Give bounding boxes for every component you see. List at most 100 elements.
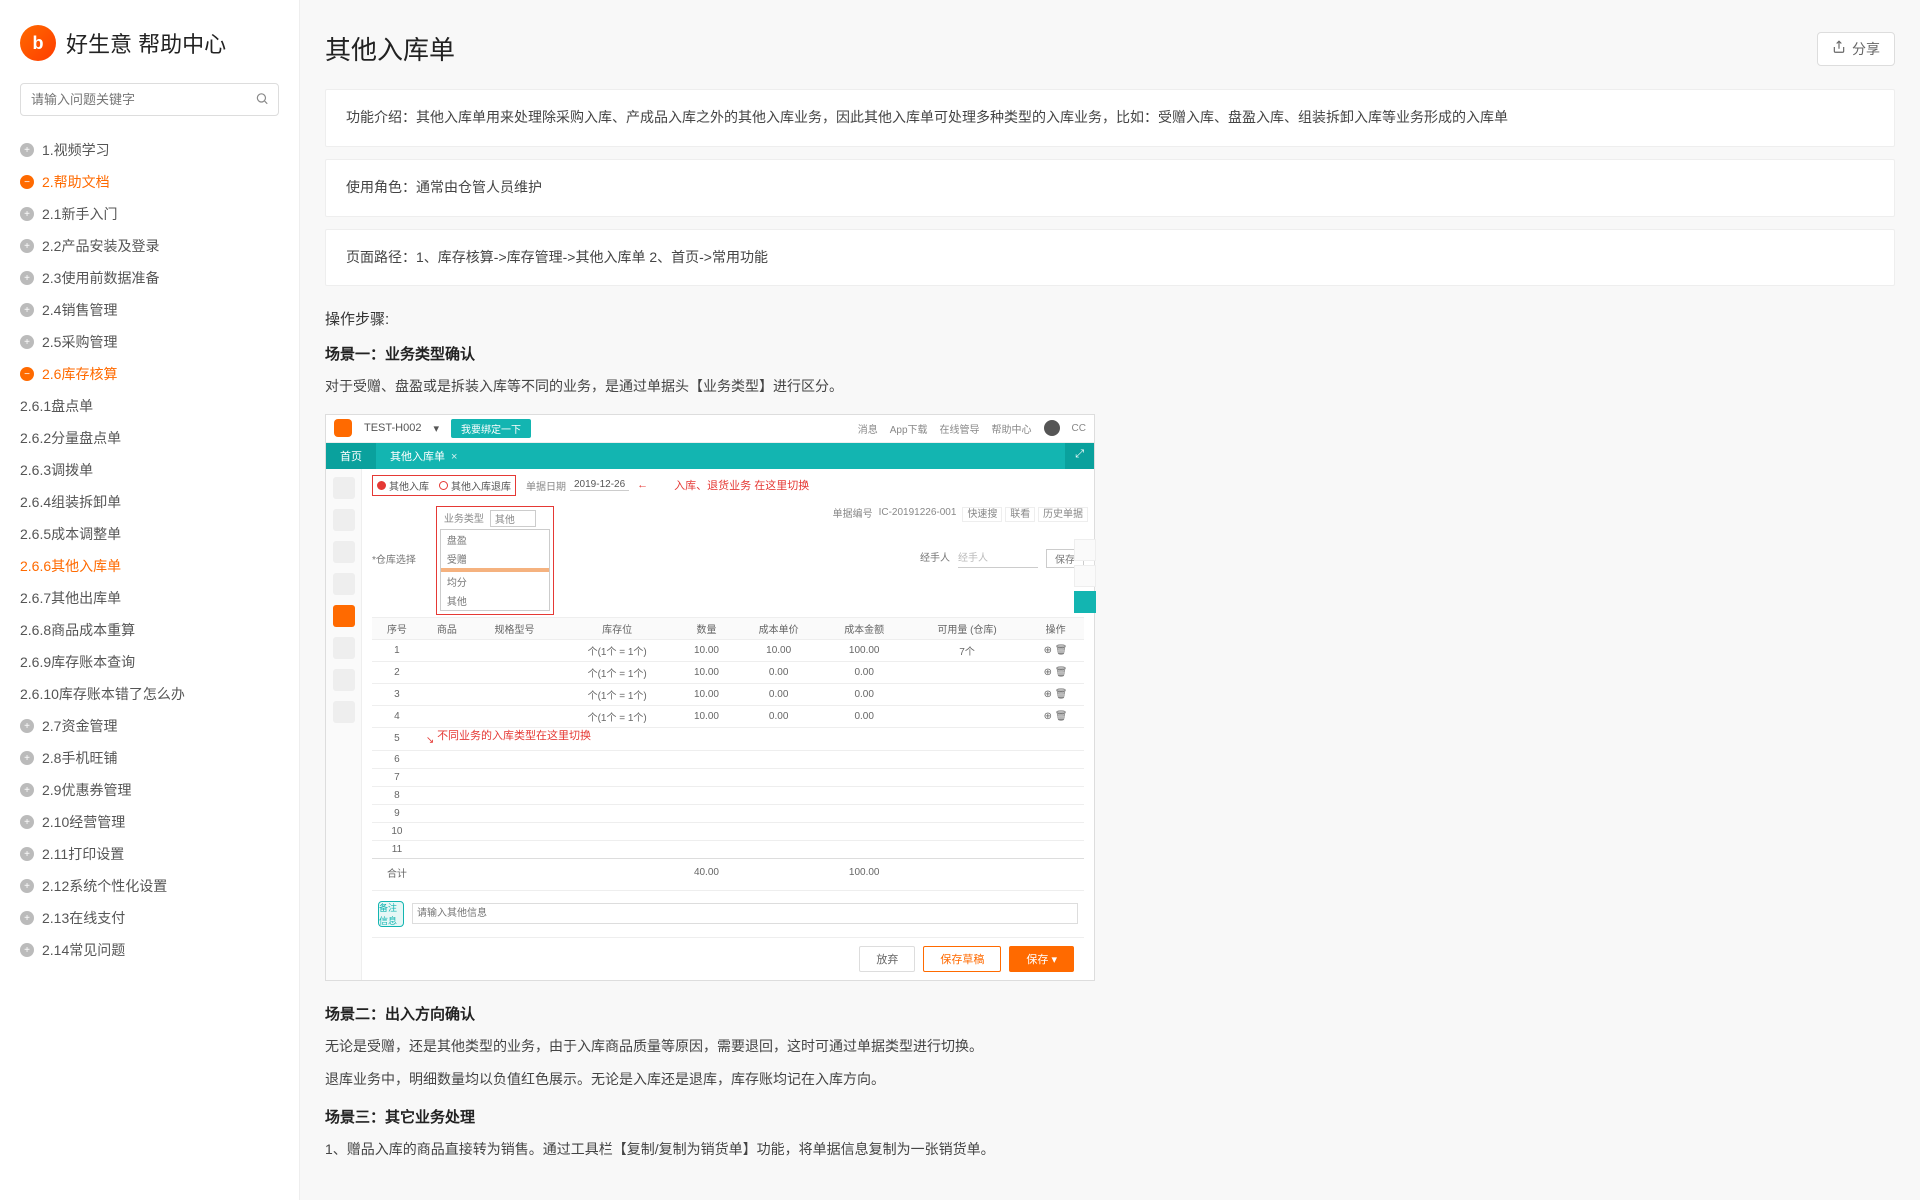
nav-2-6[interactable]: −2.6库存核算: [20, 358, 279, 390]
ss-row: 8: [372, 786, 1084, 804]
nav-2-6-1[interactable]: 2.6.1盘点单: [20, 390, 279, 422]
nav-label: 2.5采购管理: [42, 332, 117, 352]
ss-tab-doc: 其他入库单×: [376, 443, 471, 469]
ss-nav-icon: [333, 509, 355, 531]
ss-table: 序号 商品 规格型号 库存位 数量 成本单价 成本金额 可用量 (仓库) 操作: [372, 617, 1084, 886]
nav-label: 2.9优惠券管理: [42, 780, 131, 800]
ss-row: 6: [372, 750, 1084, 768]
ss-biz-label: 业务类型: [444, 510, 484, 527]
nav-2-6-8[interactable]: 2.6.8商品成本重算: [20, 614, 279, 646]
ss-logo-icon: [334, 419, 352, 437]
nav-2-13[interactable]: +2.13在线支付: [20, 902, 279, 934]
nav-label: 2.13在线支付: [42, 908, 125, 928]
nav-label: 2.6.5成本调整单: [20, 526, 121, 542]
path-block: 页面路径：1、库存核算->库存管理->其他入库单 2、首页->常用功能: [325, 229, 1895, 287]
ss-help: 帮助中心: [992, 421, 1032, 436]
search-input[interactable]: [20, 83, 279, 116]
nav-2-6-9[interactable]: 2.6.9库存账本查询: [20, 646, 279, 678]
plus-icon: +: [20, 879, 34, 893]
nav-label: 2.10经营管理: [42, 812, 125, 832]
ss-row: 11: [372, 840, 1084, 858]
ss-doc-no-label: 单据编号: [833, 505, 873, 520]
plus-icon: +: [20, 911, 34, 925]
nav-2-6-7[interactable]: 2.6.7其他出库单: [20, 582, 279, 614]
ss-tool-icon: [1074, 539, 1096, 561]
nav-label: 2.6.1盘点单: [20, 398, 93, 414]
close-icon: ×: [451, 451, 457, 463]
scene2-text1: 无论是受赠，还是其他类型的业务，由于入库商品质量等原因，需要退回，这时可通过单据…: [325, 1034, 1895, 1059]
share-button[interactable]: 分享: [1817, 32, 1895, 66]
logo-section: b 好生意 帮助中心: [20, 25, 279, 61]
ss-user: CC: [1072, 423, 1086, 434]
nav-2-6-10[interactable]: 2.6.10库存账本错了怎么办: [20, 678, 279, 710]
nav-2-4[interactable]: +2.4销售管理: [20, 294, 279, 326]
search-wrap: [20, 83, 279, 116]
nav-label: 2.2产品安装及登录: [42, 236, 159, 256]
ss-cancel-button: 放弃: [859, 946, 915, 972]
ss-save-label: 保存: [1026, 954, 1048, 966]
ss-tag: 快速搜: [962, 507, 1002, 522]
nav-2-6-4[interactable]: 2.6.4组装拆卸单: [20, 486, 279, 518]
ss-th: 库存位: [557, 617, 677, 639]
nav-2-6-6[interactable]: 2.6.6其他入库单: [20, 550, 279, 582]
ss-th: 操作: [1027, 617, 1084, 639]
nav-2-9[interactable]: +2.9优惠券管理: [20, 774, 279, 806]
plus-icon: +: [20, 335, 34, 349]
ss-radio-ret: 其他入库退库: [439, 478, 511, 493]
nav-label: 2.6库存核算: [42, 364, 117, 384]
ss-side-tools: [1074, 539, 1096, 613]
ss-opt: 受赠: [441, 549, 549, 568]
nav-2-5[interactable]: +2.5采购管理: [20, 326, 279, 358]
ss-wh-label: *仓库选择: [372, 555, 416, 566]
nav-2-10[interactable]: +2.10经营管理: [20, 806, 279, 838]
plus-icon: +: [20, 143, 34, 157]
ss-test-label: TEST-H002: [364, 422, 421, 434]
page-title: 其他入库单: [325, 30, 455, 67]
nav-video[interactable]: +1.视频学习: [20, 134, 279, 166]
nav-2-6-2[interactable]: 2.6.2分量盘点单: [20, 422, 279, 454]
ss-nav-icon: [333, 637, 355, 659]
ss-remark: 备注信息: [372, 890, 1084, 937]
ss-total-row: 合计40.00100.00: [372, 858, 1084, 886]
nav-label: 2.6.2分量盘点单: [20, 430, 121, 446]
nav-2-6-3[interactable]: 2.6.3调拨单: [20, 454, 279, 486]
path-text: 1、库存核算->库存管理->其他入库单 2、首页->常用功能: [416, 249, 768, 265]
logo-icon: b: [20, 25, 56, 61]
plus-icon: +: [20, 847, 34, 861]
plus-icon: +: [20, 303, 34, 317]
nav-2-8[interactable]: +2.8手机旺铺: [20, 742, 279, 774]
ss-tool-icon: [1074, 565, 1096, 587]
ss-quick-tags: 快速搜 联看 历史单据: [962, 505, 1088, 520]
intro-text: 其他入库单用来处理除采购入库、产成品入库之外的其他入库业务，因此其他入库单可处理…: [416, 109, 1508, 125]
nav-label: 2.11打印设置: [42, 844, 124, 864]
ss-opt: 盘盈: [441, 530, 549, 549]
plus-icon: +: [20, 719, 34, 733]
nav-2-11[interactable]: +2.11打印设置: [20, 838, 279, 870]
ss-biz-val: 其他: [490, 510, 536, 527]
ss-row: 4个(1个 = 1个)10.000.000.00⊕ 🗑: [372, 705, 1084, 727]
nav-2-14[interactable]: +2.14常见问题: [20, 934, 279, 966]
ss-doc-no: IC-20191226-001: [879, 507, 957, 518]
nav-2-7[interactable]: +2.7资金管理: [20, 710, 279, 742]
plus-icon: +: [20, 815, 34, 829]
ss-tag: 历史单据: [1038, 507, 1088, 522]
ss-th: 商品: [422, 617, 472, 639]
ss-annotation-2: 不同业务的入库类型在这里切换: [437, 730, 591, 742]
nav-2-12[interactable]: +2.12系统个性化设置: [20, 870, 279, 902]
nav-2-1[interactable]: +2.1新手入门: [20, 198, 279, 230]
nav-2-3[interactable]: +2.3使用前数据准备: [20, 262, 279, 294]
minus-icon: −: [20, 175, 34, 189]
ss-savedraft-button: 保存草稿: [923, 946, 1001, 972]
ss-biztype-dropdown: 业务类型其他 盘盈 受赠 均分 其他: [436, 506, 554, 615]
nav-label: 2.6.4组装拆卸单: [20, 494, 121, 510]
nav-2-6-5[interactable]: 2.6.5成本调整单: [20, 518, 279, 550]
nav-label: 2.3使用前数据准备: [42, 268, 159, 288]
ss-radio-in: 其他入库: [377, 478, 429, 493]
search-icon[interactable]: [255, 91, 269, 108]
ss-expand-icon: ⤢: [1065, 443, 1094, 469]
nav-docs[interactable]: −2.帮助文档: [20, 166, 279, 198]
ss-person-label: 经手人: [920, 549, 950, 568]
nav-label: 2.6.6其他入库单: [20, 558, 121, 574]
ss-nav-icon: [333, 701, 355, 723]
nav-2-2[interactable]: +2.2产品安装及登录: [20, 230, 279, 262]
